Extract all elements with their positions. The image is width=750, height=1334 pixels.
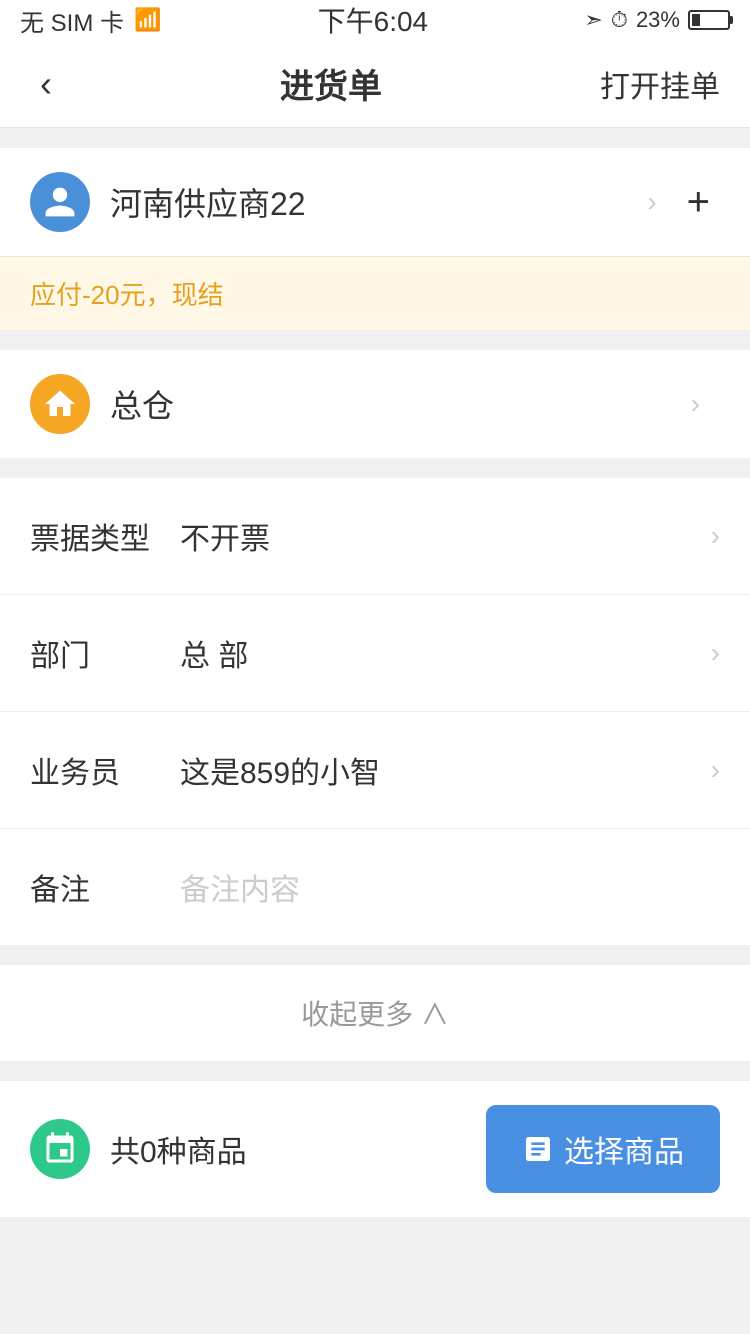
invoice-row[interactable]: 票据类型 不开票 › (0, 478, 750, 595)
supplier-chevron-icon: › (647, 186, 656, 218)
alarm-icon: ⏱ (611, 7, 628, 33)
page-title: 进货单 (280, 59, 382, 108)
warehouse-icon-wrap (30, 374, 90, 434)
staff-chevron-icon: › (711, 754, 720, 786)
supplier-avatar (30, 172, 90, 232)
status-carrier: 无 SIM 卡 📶 (20, 3, 161, 38)
add-supplier-button[interactable]: + (677, 180, 720, 225)
form-section: 票据类型 不开票 › 部门 总 部 › 业务员 这是859的小智 › 备注 备注… (0, 478, 750, 945)
remark-label: 备注 (30, 865, 170, 909)
supplier-row[interactable]: 河南供应商22 › + (0, 148, 750, 257)
carrier-text: 无 SIM 卡 (20, 3, 124, 38)
nav-bar: ‹ 进货单 打开挂单 (0, 40, 750, 128)
collapse-label: 收起更多 ∧ (301, 993, 449, 1033)
invoice-value: 不开票 (170, 514, 711, 558)
battery-percent: 23% (636, 7, 680, 33)
product-bar: 共0种商品 选择商品 (0, 1081, 750, 1217)
dept-label: 部门 (30, 631, 170, 675)
dept-chevron-icon: › (711, 637, 720, 669)
open-pending-button[interactable]: 打开挂单 (600, 62, 720, 106)
invoice-chevron-icon: › (711, 520, 720, 552)
remark-input[interactable]: 备注内容 (170, 865, 720, 909)
notice-bar: 应付-20元，现结 (0, 257, 750, 330)
remark-row[interactable]: 备注 备注内容 (0, 829, 750, 945)
back-button[interactable]: ‹ (30, 53, 62, 115)
status-right: ➣ ⏱ 23% (584, 7, 730, 33)
product-icon-wrap (30, 1119, 90, 1179)
wifi-icon: 📶 (134, 7, 161, 33)
invoice-label: 票据类型 (30, 514, 170, 558)
location-icon: ➣ (584, 7, 602, 33)
warehouse-row[interactable]: 总仓 › (0, 350, 750, 458)
person-icon (42, 184, 78, 220)
warehouse-chevron-icon: › (691, 388, 700, 420)
select-product-label: 选择商品 (564, 1127, 684, 1171)
select-product-icon (522, 1133, 554, 1165)
supplier-section: 河南供应商22 › + 应付-20元，现结 (0, 148, 750, 330)
notice-text: 应付-20元，现结 (30, 280, 224, 310)
warehouse-icon (42, 386, 78, 422)
staff-row[interactable]: 业务员 这是859的小智 › (0, 712, 750, 829)
staff-value: 这是859的小智 (170, 748, 711, 792)
status-time: 下午6:04 (318, 0, 429, 40)
dept-row[interactable]: 部门 总 部 › (0, 595, 750, 712)
supplier-name: 河南供应商22 (110, 179, 647, 225)
status-bar: 无 SIM 卡 📶 下午6:04 ➣ ⏱ 23% (0, 0, 750, 40)
staff-label: 业务员 (30, 748, 170, 792)
product-count: 共0种商品 (110, 1127, 486, 1171)
warehouse-name: 总仓 (110, 381, 691, 427)
collapse-row[interactable]: 收起更多 ∧ (0, 965, 750, 1061)
gap-1 (0, 128, 750, 148)
battery-icon (688, 10, 730, 30)
cart-icon (42, 1131, 78, 1167)
select-product-button[interactable]: 选择商品 (486, 1105, 720, 1193)
dept-value: 总 部 (170, 631, 711, 675)
